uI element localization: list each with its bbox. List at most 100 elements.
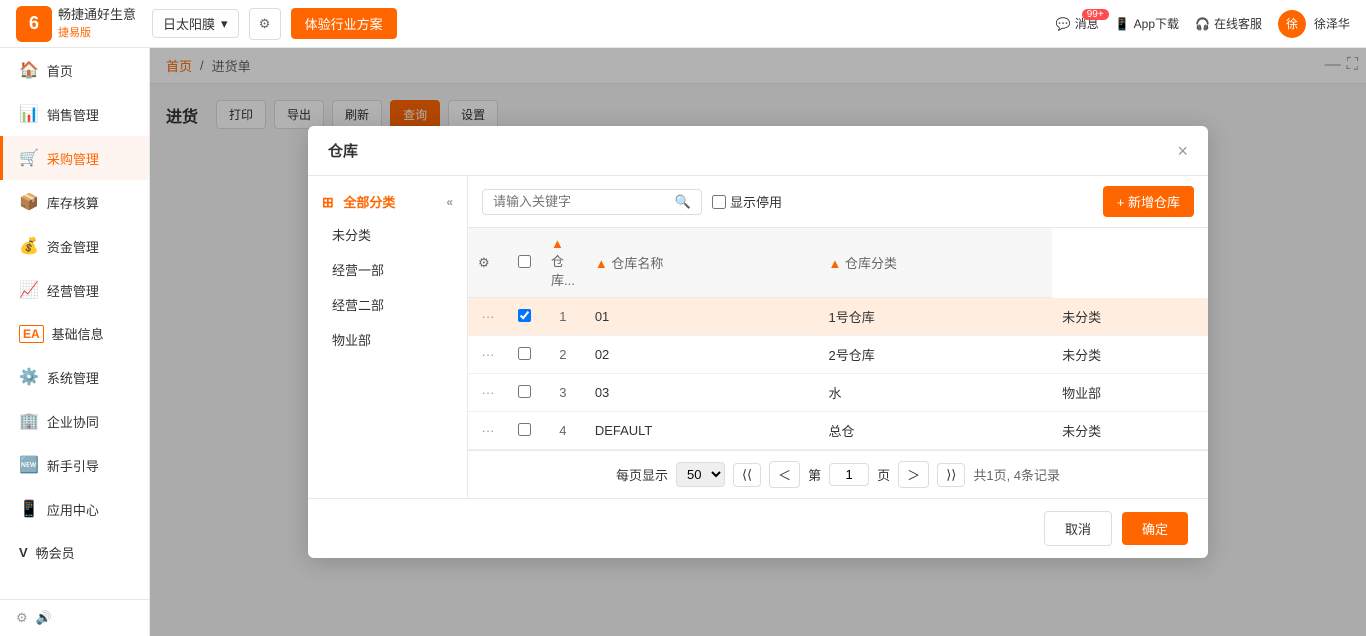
sidebar-item-member[interactable]: V 畅会员 — [0, 531, 149, 574]
row-checkbox[interactable] — [518, 385, 531, 398]
col-category-label: 仓库分类 — [845, 256, 897, 271]
sidebar-item-sales[interactable]: 📊 销售管理 — [0, 92, 149, 136]
warehouse-modal: 仓库 × ⊞ 全部分类 « 未分类 — [308, 126, 1208, 558]
col-category-header: ▲ 仓库分类 — [819, 228, 1053, 298]
sidebar-item-finance[interactable]: 💰 资金管理 — [0, 224, 149, 268]
online-service-button[interactable]: 🎧 在线客服 — [1195, 15, 1262, 32]
username: 徐泽华 — [1314, 15, 1350, 32]
sidebar-label-apps: 应用中心 — [47, 500, 99, 519]
modal-close-button[interactable]: × — [1177, 142, 1188, 160]
table-row[interactable]: ··· 4 DEFAULT 总仓 未分类 — [468, 412, 1208, 450]
volume-icon: 🔊 — [36, 610, 52, 626]
member-icon: V — [19, 545, 28, 560]
show-disabled-label: 显示停用 — [730, 192, 782, 211]
row-no: DEFAULT — [585, 412, 819, 450]
sidebar-item-operation[interactable]: 📈 经营管理 — [0, 268, 149, 312]
table-row[interactable]: ··· 1 01 1号仓库 未分类 — [468, 298, 1208, 336]
sidebar-item-inventory[interactable]: 📦 库存核算 — [0, 180, 149, 224]
col-checkbox-header[interactable] — [508, 228, 541, 298]
sidebar-label-basic: 基础信息 — [52, 324, 104, 343]
row-num: 1 — [541, 298, 585, 336]
table-row[interactable]: ··· 2 02 2号仓库 未分类 — [468, 336, 1208, 374]
row-gear[interactable]: ··· — [468, 374, 508, 412]
sort-icon-cat: ▲ — [829, 256, 842, 271]
row-gear[interactable]: ··· — [468, 298, 508, 336]
cancel-button[interactable]: 取消 — [1044, 511, 1112, 546]
logo-icon: 6 — [16, 6, 52, 42]
sort-icon: ▲ — [551, 236, 564, 251]
sidebar-label-home: 首页 — [47, 61, 73, 80]
gear-icon: ⚙ — [478, 255, 490, 270]
table-row[interactable]: ··· 3 03 水 物业部 — [468, 374, 1208, 412]
settings-bottom-icon: ⚙ — [16, 610, 28, 626]
sidebar-item-home[interactable]: 🏠 首页 — [0, 48, 149, 92]
col-name-header: ▲ 仓库名称 — [585, 228, 819, 298]
sidebar-item-system[interactable]: ⚙️ 系统管理 — [0, 355, 149, 399]
app-name: 畅捷通好生意 — [58, 7, 136, 24]
row-category: 未分类 — [1052, 336, 1208, 374]
sidebar-item-apps[interactable]: 📱 应用中心 — [0, 487, 149, 531]
row-checkbox-cell[interactable] — [508, 374, 541, 412]
user-profile-button[interactable]: 徐 徐泽华 — [1278, 10, 1350, 38]
row-category: 物业部 — [1052, 374, 1208, 412]
category-item-property[interactable]: 物业部 — [308, 322, 467, 357]
confirm-button[interactable]: 确定 — [1122, 512, 1188, 545]
sidebar-item-purchase[interactable]: 🛒 采购管理 — [0, 136, 149, 180]
next-page-button[interactable]: ＞ — [898, 461, 929, 488]
sidebar-item-guide[interactable]: 🆕 新手引导 — [0, 443, 149, 487]
col-settings-header[interactable]: ⚙ — [468, 228, 508, 298]
add-warehouse-button[interactable]: + 新增仓库 — [1103, 186, 1194, 217]
row-no: 02 — [585, 336, 819, 374]
page-size-select[interactable]: 50 — [676, 462, 725, 487]
row-gear[interactable]: ··· — [468, 336, 508, 374]
row-checkbox[interactable] — [518, 347, 531, 360]
online-service-label: 在线客服 — [1214, 15, 1262, 32]
row-gear[interactable]: ··· — [468, 412, 508, 450]
inventory-icon: 📦 — [19, 192, 39, 212]
show-disabled-checkbox[interactable] — [712, 195, 726, 209]
last-page-button[interactable]: ⟩⟩ — [937, 463, 965, 487]
trial-button[interactable]: 体验行业方案 — [291, 8, 397, 39]
row-no: 01 — [585, 298, 819, 336]
sidebar-item-enterprise[interactable]: 🏢 企业协同 — [0, 399, 149, 443]
sidebar-bottom[interactable]: ⚙ 🔊 — [0, 599, 149, 636]
enterprise-icon: 🏢 — [19, 411, 39, 431]
settings-icon[interactable]: ⚙ — [249, 8, 281, 40]
row-checkbox[interactable] — [518, 423, 531, 436]
row-name: 1号仓库 — [819, 298, 1053, 336]
guide-icon: 🆕 — [19, 455, 39, 475]
category-item-uncat[interactable]: 未分类 — [308, 217, 467, 252]
operation-icon: 📈 — [19, 280, 39, 300]
download-icon: 📱 — [1115, 17, 1130, 31]
sidebar-label-finance: 资金管理 — [47, 237, 99, 256]
table-toolbar: 🔍 显示停用 + 新增仓库 — [468, 176, 1208, 228]
category-item-ops1[interactable]: 经营一部 — [308, 252, 467, 287]
row-checkbox[interactable] — [518, 309, 531, 322]
sidebar-label-system: 系统管理 — [47, 368, 99, 387]
sidebar-label-enterprise: 企业协同 — [47, 412, 99, 431]
category-item-ops2[interactable]: 经营二部 — [308, 287, 467, 322]
sidebar-item-basic[interactable]: EA 基础信息 — [0, 312, 149, 355]
messages-button[interactable]: 💬 消息 99+ — [1056, 15, 1099, 32]
row-checkbox-cell[interactable] — [508, 298, 541, 336]
row-category: 未分类 — [1052, 412, 1208, 450]
collapse-icon[interactable]: « — [446, 195, 453, 209]
all-category-header[interactable]: ⊞ 全部分类 « — [308, 186, 467, 217]
sidebar-label-guide: 新手引导 — [47, 456, 99, 475]
company-selector[interactable]: 日太阳膜 ▾ — [152, 9, 239, 38]
page-input[interactable] — [829, 463, 869, 486]
first-page-button[interactable]: ⟨⟨ — [733, 463, 761, 487]
row-checkbox-cell[interactable] — [508, 412, 541, 450]
app-download-button[interactable]: 📱 App下载 — [1115, 15, 1179, 32]
select-all-checkbox[interactable] — [518, 255, 531, 268]
pagination: 每页显示 50 ⟨⟨ ＜ 第 页 ＞ ⟩⟩ 共1页, 4条记录 — [468, 450, 1208, 498]
sidebar-label-inventory: 库存核算 — [47, 193, 99, 212]
home-icon: 🏠 — [19, 60, 39, 80]
row-checkbox-cell[interactable] — [508, 336, 541, 374]
modal-footer: 取消 确定 — [308, 498, 1208, 558]
prev-page-button[interactable]: ＜ — [769, 461, 800, 488]
total-info: 共1页, 4条记录 — [973, 465, 1060, 484]
search-input[interactable] — [493, 194, 675, 209]
row-num: 2 — [541, 336, 585, 374]
table-wrap: ⚙ ▲ 仓库... — [468, 228, 1208, 450]
